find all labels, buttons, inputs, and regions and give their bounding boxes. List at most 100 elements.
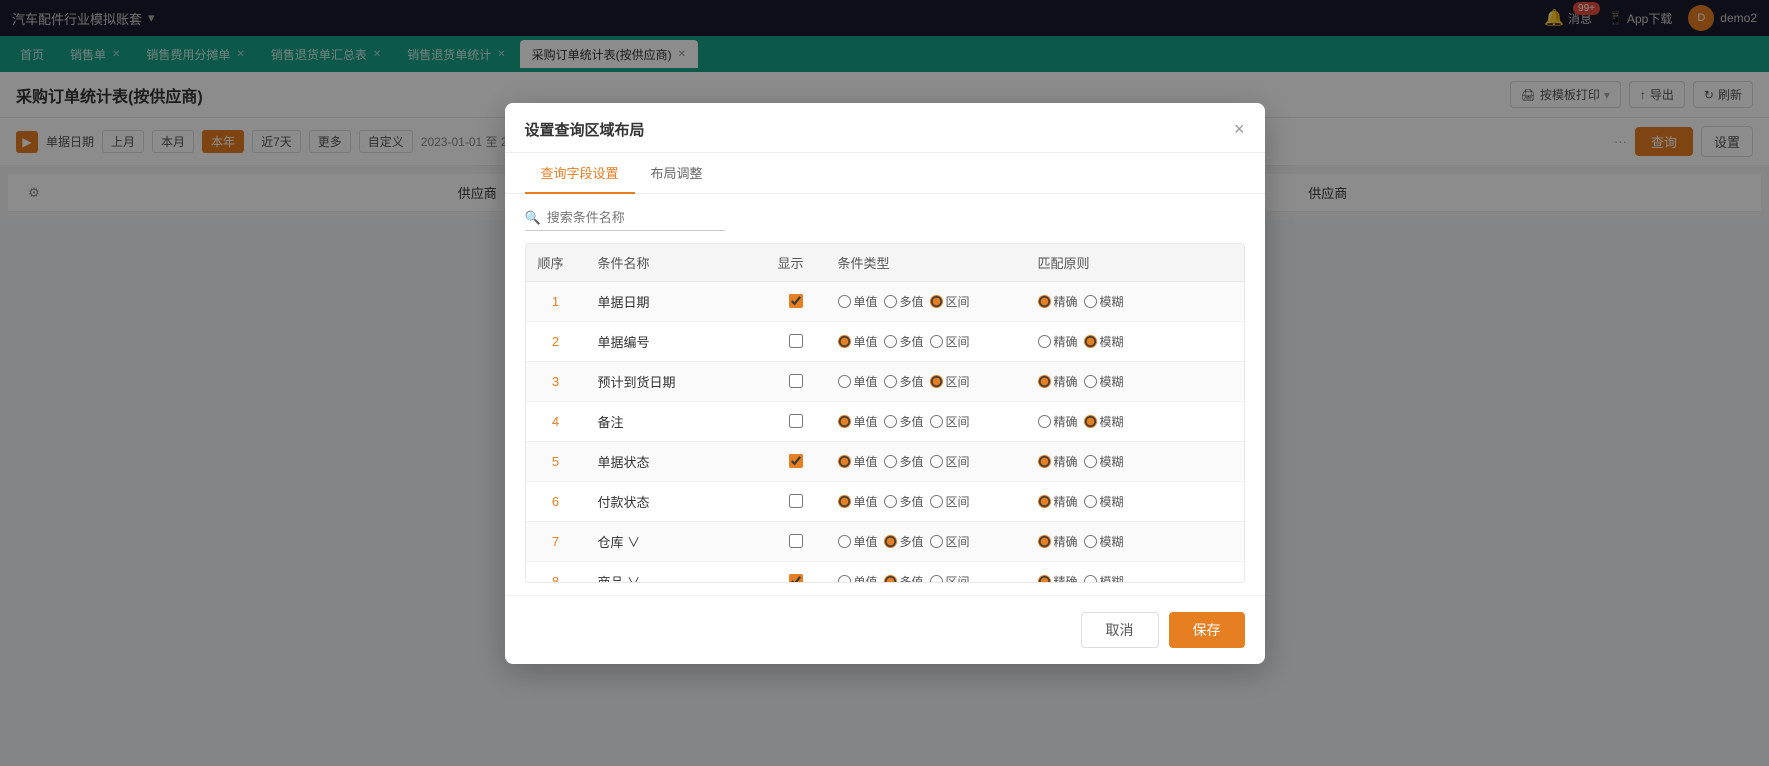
type-multi[interactable]: 多值 bbox=[884, 333, 924, 350]
dialog-close-button[interactable]: × bbox=[1234, 120, 1245, 150]
row-name: 单据日期 bbox=[586, 292, 766, 311]
match-fuzzy[interactable]: 模糊 bbox=[1084, 413, 1124, 430]
dialog-title: 设置查询区域布局 bbox=[525, 119, 645, 152]
row-display[interactable] bbox=[766, 414, 826, 428]
type-single[interactable]: 单值 bbox=[838, 413, 878, 430]
row-match: 精确 模糊 bbox=[1026, 493, 1226, 510]
match-exact[interactable]: 精确 bbox=[1038, 493, 1078, 510]
dialog-search-area: 🔍 bbox=[505, 194, 1265, 231]
conditions-table: 顺序 条件名称 显示 条件类型 匹配原则 1 单据日期 单值 多值 区间 bbox=[525, 243, 1245, 583]
type-single[interactable]: 单值 bbox=[838, 453, 878, 470]
row-display[interactable] bbox=[766, 534, 826, 548]
search-wrap: 🔍 bbox=[525, 206, 725, 231]
type-range[interactable]: 区间 bbox=[930, 493, 970, 510]
row-display[interactable] bbox=[766, 494, 826, 508]
match-fuzzy[interactable]: 模糊 bbox=[1084, 293, 1124, 310]
display-checkbox[interactable] bbox=[789, 454, 803, 468]
table-row: 4 备注 单值 多值 区间 精确 模糊 bbox=[526, 402, 1244, 442]
row-name: 预计到货日期 bbox=[586, 372, 766, 391]
type-single[interactable]: 单值 bbox=[838, 293, 878, 310]
dialog-header: 设置查询区域布局 × bbox=[505, 103, 1265, 153]
type-multi[interactable]: 多值 bbox=[884, 573, 924, 583]
match-exact[interactable]: 精确 bbox=[1038, 333, 1078, 350]
type-range[interactable]: 区间 bbox=[930, 413, 970, 430]
table-row: 8 商品 ∨ 单值 多值 区间 精确 模糊 bbox=[526, 562, 1244, 583]
header-display: 显示 bbox=[766, 253, 826, 272]
display-checkbox[interactable] bbox=[789, 534, 803, 548]
match-fuzzy[interactable]: 模糊 bbox=[1084, 453, 1124, 470]
type-multi[interactable]: 多值 bbox=[884, 493, 924, 510]
row-order: 2 bbox=[526, 334, 586, 349]
row-name: 单据状态 bbox=[586, 452, 766, 471]
display-checkbox[interactable] bbox=[789, 374, 803, 388]
type-range[interactable]: 区间 bbox=[930, 333, 970, 350]
search-icon: 🔍 bbox=[525, 210, 541, 226]
display-checkbox[interactable] bbox=[789, 334, 803, 348]
type-multi[interactable]: 多值 bbox=[884, 413, 924, 430]
row-display[interactable] bbox=[766, 454, 826, 468]
row-order: 1 bbox=[526, 294, 586, 309]
row-match: 精确 模糊 bbox=[1026, 453, 1226, 470]
type-range[interactable]: 区间 bbox=[930, 373, 970, 390]
match-exact[interactable]: 精确 bbox=[1038, 533, 1078, 550]
header-type: 条件类型 bbox=[826, 253, 1026, 272]
table-row: 3 预计到货日期 单值 多值 区间 精确 模糊 bbox=[526, 362, 1244, 402]
type-single[interactable]: 单值 bbox=[838, 573, 878, 583]
match-exact[interactable]: 精确 bbox=[1038, 373, 1078, 390]
type-multi[interactable]: 多值 bbox=[884, 453, 924, 470]
dialog-tabs: 查询字段设置 布局调整 bbox=[505, 153, 1265, 194]
tab-query-field-settings[interactable]: 查询字段设置 bbox=[525, 153, 635, 194]
type-single[interactable]: 单值 bbox=[838, 493, 878, 510]
row-type: 单值 多值 区间 bbox=[826, 493, 1026, 510]
row-match: 精确 模糊 bbox=[1026, 333, 1226, 350]
save-button[interactable]: 保存 bbox=[1169, 612, 1245, 648]
cancel-button[interactable]: 取消 bbox=[1081, 612, 1159, 648]
match-fuzzy[interactable]: 模糊 bbox=[1084, 373, 1124, 390]
match-exact[interactable]: 精确 bbox=[1038, 293, 1078, 310]
type-single[interactable]: 单值 bbox=[838, 333, 878, 350]
type-range[interactable]: 区间 bbox=[930, 533, 970, 550]
display-checkbox[interactable] bbox=[789, 414, 803, 428]
row-type: 单值 多值 区间 bbox=[826, 333, 1026, 350]
match-exact[interactable]: 精确 bbox=[1038, 573, 1078, 583]
row-display[interactable] bbox=[766, 574, 826, 583]
row-type: 单值 多值 区间 bbox=[826, 573, 1026, 583]
display-checkbox[interactable] bbox=[789, 294, 803, 308]
table-row: 6 付款状态 单值 多值 区间 精确 模糊 bbox=[526, 482, 1244, 522]
row-type: 单值 多值 区间 bbox=[826, 453, 1026, 470]
display-checkbox[interactable] bbox=[789, 574, 803, 583]
header-name: 条件名称 bbox=[586, 253, 766, 272]
row-display[interactable] bbox=[766, 374, 826, 388]
table-row: 1 单据日期 单值 多值 区间 精确 模糊 bbox=[526, 282, 1244, 322]
match-exact[interactable]: 精确 bbox=[1038, 453, 1078, 470]
tab-layout-adjust[interactable]: 布局调整 bbox=[635, 153, 719, 194]
row-order: 7 bbox=[526, 534, 586, 549]
type-multi[interactable]: 多值 bbox=[884, 293, 924, 310]
row-name: 单据编号 bbox=[586, 332, 766, 351]
row-match: 精确 模糊 bbox=[1026, 573, 1226, 583]
dialog-container: 设置查询区域布局 × 查询字段设置 布局调整 🔍 顺序 条件名称 显示 条件类型… bbox=[505, 103, 1265, 664]
row-order: 4 bbox=[526, 414, 586, 429]
type-multi[interactable]: 多值 bbox=[884, 373, 924, 390]
type-multi[interactable]: 多值 bbox=[884, 533, 924, 550]
row-name: 商品 ∨ bbox=[586, 572, 766, 583]
match-fuzzy[interactable]: 模糊 bbox=[1084, 573, 1124, 583]
row-display[interactable] bbox=[766, 294, 826, 308]
row-display[interactable] bbox=[766, 334, 826, 348]
match-fuzzy[interactable]: 模糊 bbox=[1084, 333, 1124, 350]
match-exact[interactable]: 精确 bbox=[1038, 413, 1078, 430]
row-name: 付款状态 bbox=[586, 492, 766, 511]
type-single[interactable]: 单值 bbox=[838, 533, 878, 550]
match-fuzzy[interactable]: 模糊 bbox=[1084, 533, 1124, 550]
row-order: 5 bbox=[526, 454, 586, 469]
type-range[interactable]: 区间 bbox=[930, 293, 970, 310]
type-range[interactable]: 区间 bbox=[930, 453, 970, 470]
row-match: 精确 模糊 bbox=[1026, 373, 1226, 390]
row-name: 备注 bbox=[586, 412, 766, 431]
type-range[interactable]: 区间 bbox=[930, 573, 970, 583]
match-fuzzy[interactable]: 模糊 bbox=[1084, 493, 1124, 510]
type-single[interactable]: 单值 bbox=[838, 373, 878, 390]
search-input[interactable] bbox=[547, 210, 707, 225]
modal-overlay: 设置查询区域布局 × 查询字段设置 布局调整 🔍 顺序 条件名称 显示 条件类型… bbox=[0, 0, 1769, 766]
display-checkbox[interactable] bbox=[789, 494, 803, 508]
